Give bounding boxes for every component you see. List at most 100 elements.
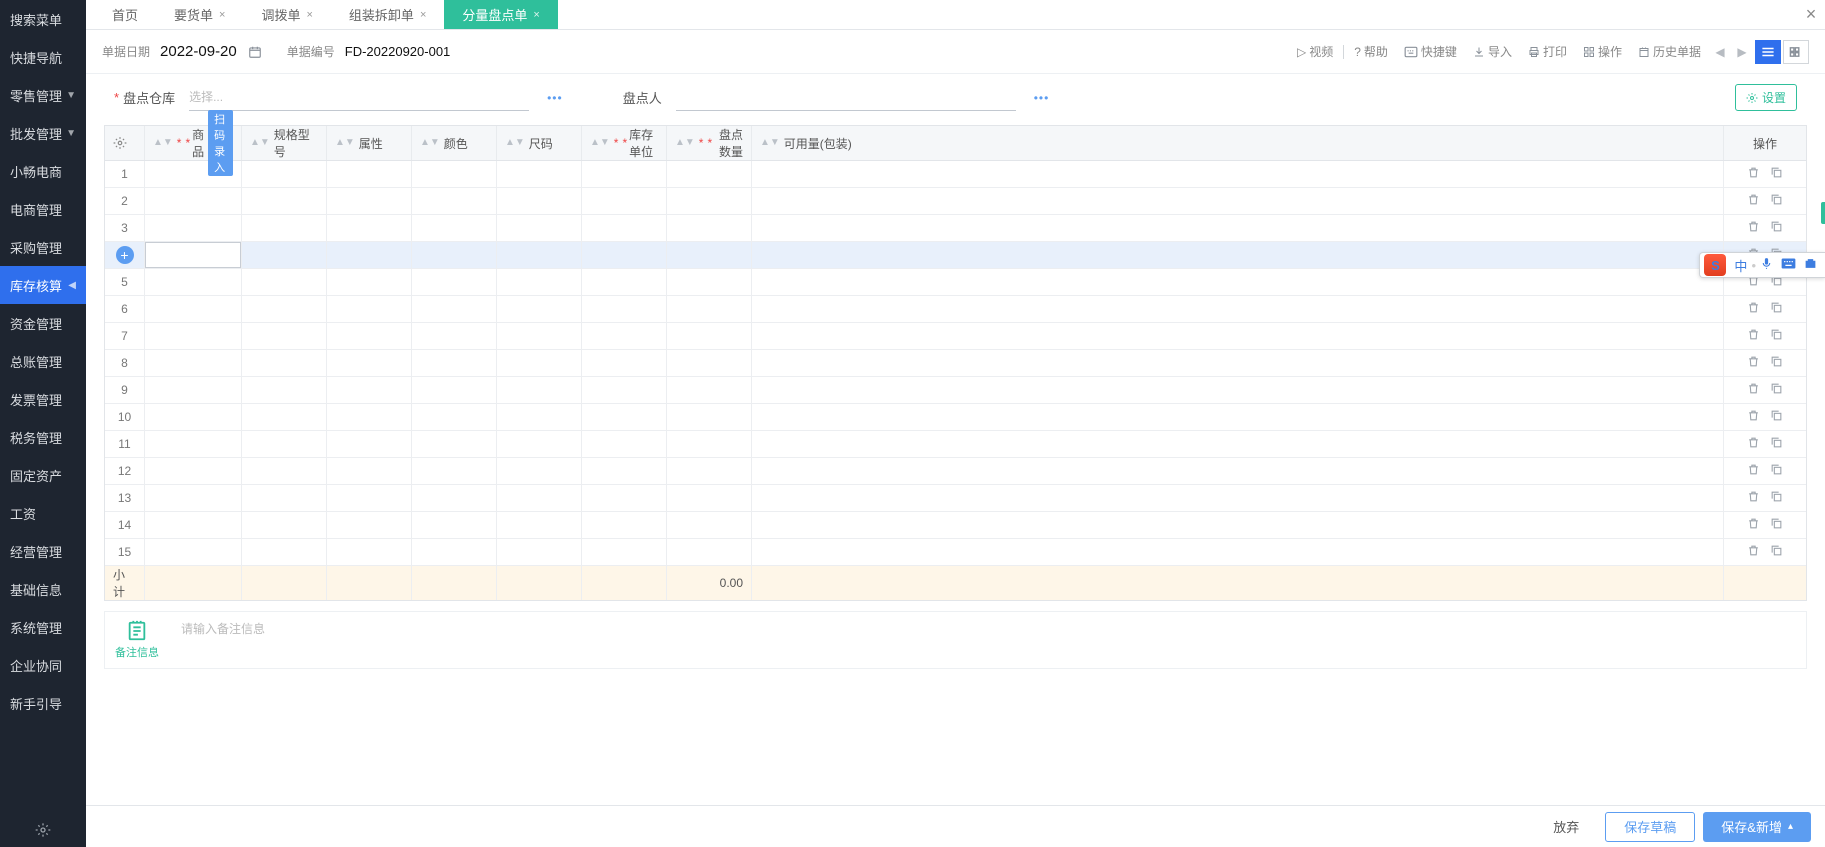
copy-row-icon[interactable] [1770, 436, 1783, 452]
ime-keyboard-icon[interactable] [1777, 257, 1800, 273]
tab-close-icon[interactable]: × [420, 9, 426, 21]
view-list-icon[interactable] [1755, 40, 1781, 64]
table-row[interactable]: 2 [105, 188, 1806, 215]
copy-row-icon[interactable] [1770, 220, 1783, 236]
col-attr[interactable]: ▲▼属性 [327, 126, 412, 160]
copy-row-icon[interactable] [1770, 301, 1783, 317]
delete-row-icon[interactable] [1747, 220, 1760, 236]
sidebar-item[interactable]: 系统管理 [0, 608, 86, 646]
table-row[interactable]: 7 [105, 323, 1806, 350]
delete-row-icon[interactable] [1747, 409, 1760, 425]
sidebar-item[interactable]: 发票管理 [0, 380, 86, 418]
delete-row-icon[interactable] [1747, 490, 1760, 506]
delete-row-icon[interactable] [1747, 382, 1760, 398]
copy-row-icon[interactable] [1770, 328, 1783, 344]
sidebar-item[interactable]: 总账管理 [0, 342, 86, 380]
sidebar-settings-icon[interactable] [0, 813, 86, 847]
settings-button[interactable]: 设置 [1735, 84, 1797, 111]
delete-row-icon[interactable] [1747, 436, 1760, 452]
tab-close-icon[interactable]: × [219, 9, 225, 21]
table-row[interactable]: 6 [105, 296, 1806, 323]
sidebar-item[interactable]: 批发管理▼ [0, 114, 86, 152]
person-more-icon[interactable]: ••• [1034, 91, 1050, 105]
copy-row-icon[interactable] [1770, 544, 1783, 560]
delete-row-icon[interactable] [1747, 166, 1760, 182]
table-row[interactable]: 11 [105, 431, 1806, 458]
discard-button[interactable]: 放弃 [1535, 812, 1597, 842]
table-row[interactable]: 8 [105, 350, 1806, 377]
ime-lang[interactable]: 中 [1730, 256, 1751, 275]
shortcut-button[interactable]: 快捷键 [1396, 43, 1465, 60]
import-button[interactable]: 导入 [1465, 43, 1520, 60]
sidebar-item[interactable]: 电商管理 [0, 190, 86, 228]
copy-row-icon[interactable] [1770, 193, 1783, 209]
ime-toolbox-icon[interactable] [1800, 257, 1821, 273]
operate-button[interactable]: 操作 [1575, 43, 1630, 60]
tab[interactable]: 分量盘点单× [444, 0, 557, 29]
sidebar-item[interactable]: 固定资产 [0, 456, 86, 494]
delete-row-icon[interactable] [1747, 355, 1760, 371]
save-new-button[interactable]: 保存&新增▴ [1703, 812, 1811, 842]
table-row[interactable]: 3 [105, 215, 1806, 242]
copy-row-icon[interactable] [1770, 355, 1783, 371]
col-unit[interactable]: ▲▼*库存单位 [582, 126, 667, 160]
table-row[interactable]: 15 [105, 539, 1806, 566]
sidebar-item[interactable]: 采购管理 [0, 228, 86, 266]
delete-row-icon[interactable] [1747, 544, 1760, 560]
ime-mic-icon[interactable] [1756, 257, 1777, 273]
sidebar-item[interactable]: 小畅电商 [0, 152, 86, 190]
table-row[interactable]: 9 [105, 377, 1806, 404]
table-row[interactable]: 14 [105, 512, 1806, 539]
tab[interactable]: 要货单× [156, 0, 243, 29]
tab[interactable]: 首页 [94, 0, 156, 29]
table-row[interactable]: 1 [105, 161, 1806, 188]
sidebar-item[interactable]: 基础信息 [0, 570, 86, 608]
col-color[interactable]: ▲▼颜色 [412, 126, 497, 160]
tab[interactable]: 组装拆卸单× [331, 0, 444, 29]
view-grid-icon[interactable] [1783, 40, 1809, 64]
history-button[interactable]: 历史单据 [1630, 43, 1709, 60]
table-row[interactable]: 12 [105, 458, 1806, 485]
copy-row-icon[interactable] [1770, 490, 1783, 506]
sidebar-item[interactable]: 资金管理 [0, 304, 86, 342]
col-config[interactable] [105, 126, 145, 160]
delete-row-icon[interactable] [1747, 328, 1760, 344]
copy-row-icon[interactable] [1770, 517, 1783, 533]
tab[interactable]: 调拨单× [243, 0, 330, 29]
sidebar-item[interactable]: 快捷导航 [0, 38, 86, 76]
table-row[interactable]: 10 [105, 404, 1806, 431]
col-avail[interactable]: ▲▼可用量(包装) [752, 126, 1724, 160]
warehouse-input[interactable] [189, 85, 529, 111]
warehouse-more-icon[interactable]: ••• [547, 91, 563, 105]
help-button[interactable]: ?帮助 [1346, 43, 1396, 60]
print-button[interactable]: 打印 [1520, 43, 1575, 60]
table-row[interactable]: + [105, 242, 1806, 269]
copy-row-icon[interactable] [1770, 409, 1783, 425]
window-close-button[interactable]: × [1797, 0, 1825, 29]
tab-close-icon[interactable]: × [306, 9, 312, 21]
copy-row-icon[interactable] [1770, 463, 1783, 479]
table-row[interactable]: 13 [105, 485, 1806, 512]
doc-date-value[interactable]: 2022-09-20 [160, 43, 237, 60]
person-input[interactable] [676, 85, 1016, 111]
col-spec[interactable]: ▲▼规格型号 [242, 126, 327, 160]
sidebar-item[interactable]: 新手引导 [0, 684, 86, 722]
sidebar-item[interactable]: 搜索菜单 [0, 0, 86, 38]
video-button[interactable]: ▷视频 [1289, 43, 1341, 60]
tab-close-icon[interactable]: × [533, 9, 539, 21]
delete-row-icon[interactable] [1747, 463, 1760, 479]
nav-next-icon[interactable]: ▶ [1731, 40, 1753, 64]
sidebar-item[interactable]: 零售管理▼ [0, 76, 86, 114]
delete-row-icon[interactable] [1747, 517, 1760, 533]
ime-widget[interactable]: S 中 • [1699, 252, 1825, 278]
table-row[interactable]: 5 [105, 269, 1806, 296]
add-row-button[interactable]: + [116, 246, 134, 264]
product-input[interactable] [145, 242, 241, 268]
nav-prev-icon[interactable]: ◀ [1709, 40, 1731, 64]
save-draft-button[interactable]: 保存草稿 [1605, 812, 1695, 842]
col-product[interactable]: ▲▼*商品扫码录入 [145, 126, 242, 160]
remark-input[interactable] [169, 612, 1806, 668]
copy-row-icon[interactable] [1770, 166, 1783, 182]
sidebar-item[interactable]: 经营管理 [0, 532, 86, 570]
calendar-icon[interactable] [247, 44, 263, 60]
